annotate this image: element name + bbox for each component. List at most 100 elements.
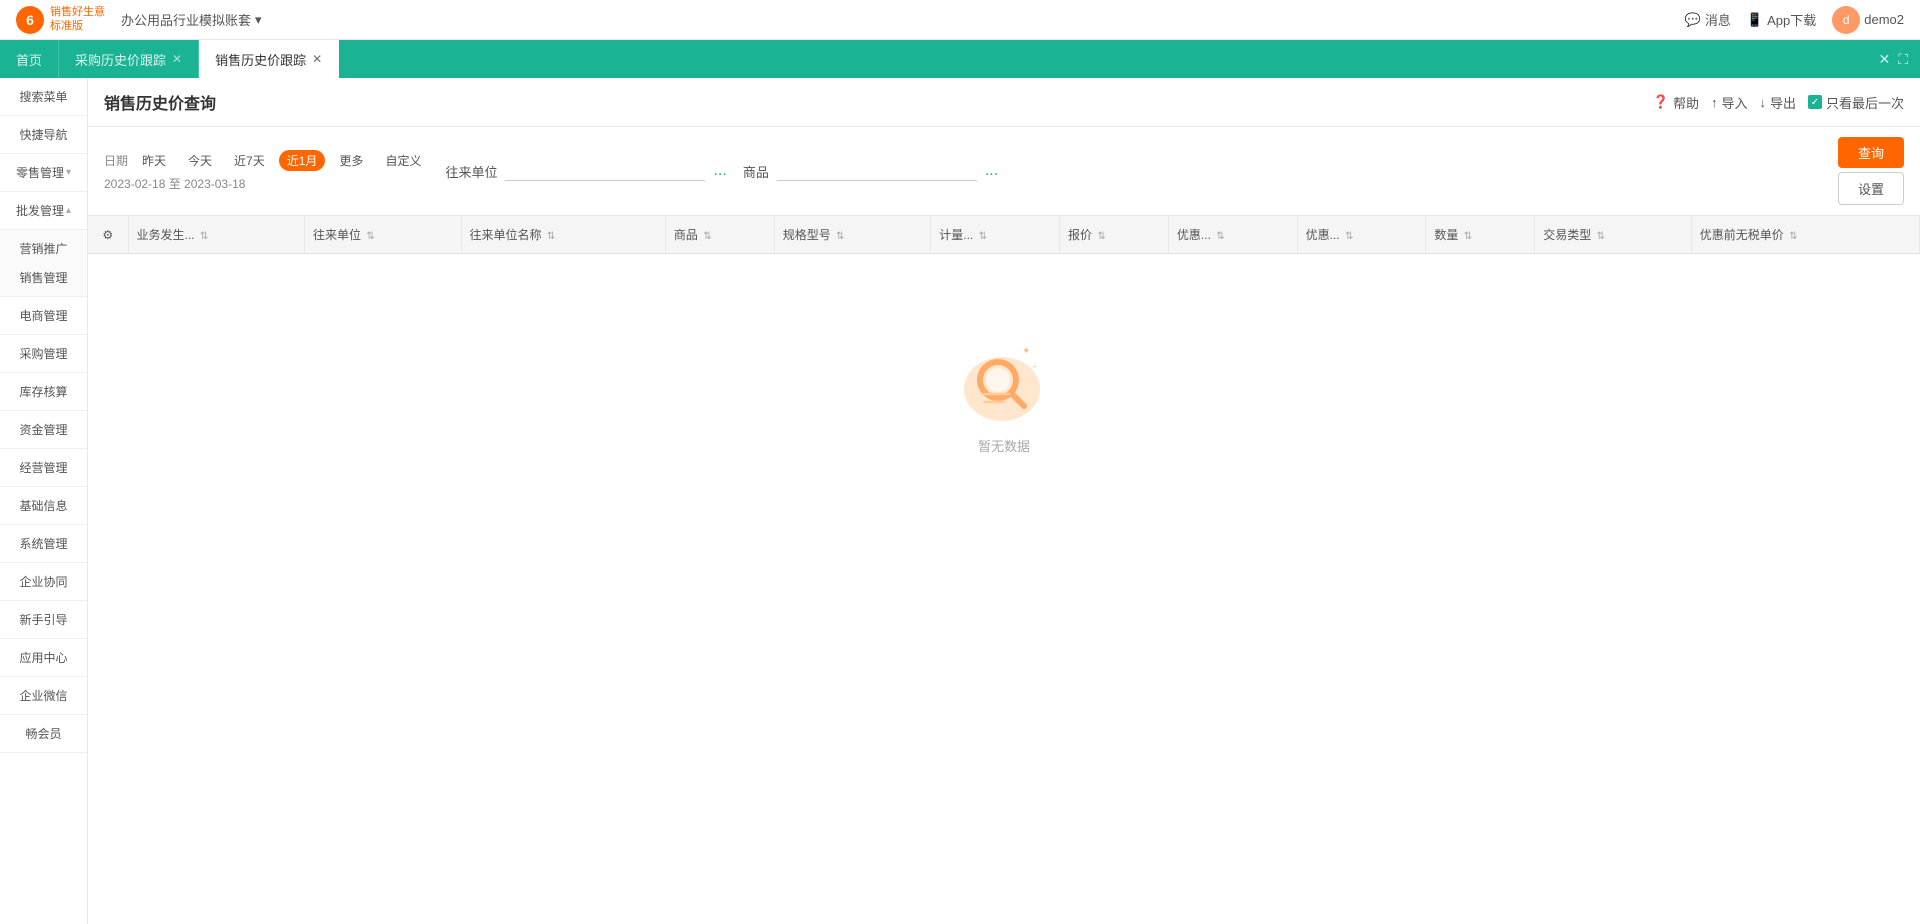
export-label: 导出: [1770, 93, 1796, 112]
import-icon: ↑: [1711, 95, 1718, 110]
header-left: 6 销售好生意 标准版 办公用品行业模拟账套 ▾: [16, 6, 270, 34]
sidebar-item-ecomm-mgmt[interactable]: 电商管理: [0, 297, 87, 335]
counterparty-input[interactable]: [505, 161, 705, 181]
workspace-selector[interactable]: 办公用品行业模拟账套 ▾: [113, 6, 270, 33]
col-quantity[interactable]: 数量 ⇅: [1426, 216, 1535, 254]
tab-sales-history-close[interactable]: ✕: [312, 52, 322, 66]
sort-icon: ⇅: [1216, 231, 1224, 242]
col-product-label: 商品: [674, 228, 698, 242]
col-discount2[interactable]: 优惠... ⇅: [1297, 216, 1426, 254]
date-btn-today[interactable]: 今天: [180, 150, 220, 171]
page-header: 销售历史价查询 ❓ 帮助 ↑ 导入 ↓ 导出 ✓: [88, 78, 1920, 127]
col-counterparty-name-label: 往来单位名称: [470, 228, 542, 242]
sidebar-new-guide-label: 新手引导: [19, 611, 67, 628]
tab-purchase-history-label: 采购历史价跟踪: [75, 50, 166, 69]
only-last-checkbox-label[interactable]: ✓ 只看最后一次: [1808, 93, 1904, 112]
tab-sales-history[interactable]: 销售历史价跟踪 ✕: [199, 40, 339, 78]
sidebar-app-center-label: 应用中心: [19, 649, 67, 666]
col-settings[interactable]: ⚙: [88, 216, 128, 254]
sort-icon: ⇅: [1097, 231, 1105, 242]
message-icon: 💬: [1685, 12, 1701, 28]
col-pre-tax-price-label: 优惠前无税单价: [1700, 228, 1784, 242]
sidebar-item-sales-mgmt[interactable]: 销售管理: [0, 263, 87, 292]
col-discount1[interactable]: 优惠... ⇅: [1168, 216, 1297, 254]
sidebar-item-retail-mgmt[interactable]: 零售管理 ▾: [0, 154, 87, 192]
col-biz-date-label: 业务发生...: [137, 228, 195, 242]
col-product[interactable]: 商品 ⇅: [665, 216, 774, 254]
message-btn[interactable]: 💬 消息: [1685, 10, 1731, 29]
sidebar-item-new-guide[interactable]: 新手引导: [0, 601, 87, 639]
page-actions: ❓ 帮助 ↑ 导入 ↓ 导出 ✓ 只看最后一次: [1653, 93, 1904, 112]
col-pre-tax-price[interactable]: 优惠前无税单价 ⇅: [1691, 216, 1919, 254]
sidebar-item-app-center[interactable]: 应用中心: [0, 639, 87, 677]
content: 销售历史价查询 ❓ 帮助 ↑ 导入 ↓ 导出 ✓: [88, 78, 1920, 924]
sidebar-item-wholesale-mgmt[interactable]: 批发管理 ▴: [0, 192, 87, 230]
tab-bar: 首页 采购历史价跟踪 ✕ 销售历史价跟踪 ✕ ✕ ⛶: [0, 40, 1920, 78]
query-button[interactable]: 查询: [1838, 137, 1904, 168]
col-discount1-label: 优惠...: [1177, 228, 1211, 242]
settings-icon: ⚙: [102, 228, 113, 242]
logo-icon: 6: [16, 6, 44, 34]
logo-text: 销售好生意 标准版: [50, 6, 105, 32]
sidebar-item-sys-mgmt[interactable]: 系统管理: [0, 525, 87, 563]
export-btn[interactable]: ↓ 导出: [1759, 93, 1796, 112]
settings-button[interactable]: 设置: [1838, 172, 1904, 205]
sidebar-item-quick-nav[interactable]: 快捷导航: [0, 116, 87, 154]
date-btn-yesterday[interactable]: 昨天: [134, 150, 174, 171]
sidebar: 搜索菜单 快捷导航 零售管理 ▾ 批发管理 ▴ 营销推广 销售管理 电商管理 采…: [0, 78, 88, 924]
col-unit-label: 计量...: [939, 228, 973, 242]
svg-text:✦: ✦: [1022, 346, 1030, 357]
sidebar-ops-mgmt-label: 经营管理: [19, 459, 67, 476]
col-quote-price-label: 报价: [1068, 228, 1092, 242]
col-quote-price[interactable]: 报价 ⇅: [1060, 216, 1169, 254]
tab-spacer: [339, 40, 1866, 78]
col-unit[interactable]: 计量... ⇅: [931, 216, 1060, 254]
tab-close-all-btn[interactable]: ✕: [1878, 51, 1890, 68]
date-btn-last1month[interactable]: 近1月: [279, 150, 326, 171]
sidebar-finance-mgmt-label: 资金管理: [19, 421, 67, 438]
sidebar-item-search-menu[interactable]: 搜索菜单: [0, 78, 87, 116]
sidebar-ecomm-mgmt-label: 电商管理: [19, 307, 67, 324]
tab-purchase-history[interactable]: 采购历史价跟踪 ✕: [59, 40, 199, 78]
import-btn[interactable]: ↑ 导入: [1711, 93, 1748, 112]
date-btn-last7days[interactable]: 近7天: [226, 150, 273, 171]
col-biz-date[interactable]: 业务发生... ⇅: [128, 216, 304, 254]
sidebar-item-ops-mgmt[interactable]: 经营管理: [0, 449, 87, 487]
page-title-row: 销售历史价查询 ❓ 帮助 ↑ 导入 ↓ 导出 ✓: [104, 90, 1904, 114]
sidebar-item-purchase-mgmt[interactable]: 采购管理: [0, 335, 87, 373]
col-trade-type[interactable]: 交易类型 ⇅: [1535, 216, 1692, 254]
col-spec[interactable]: 规格型号 ⇅: [774, 216, 931, 254]
sidebar-item-finance-mgmt[interactable]: 资金管理: [0, 411, 87, 449]
product-input[interactable]: [777, 161, 977, 181]
sidebar-item-marketing[interactable]: 营销推广: [0, 234, 87, 263]
product-picker-btn[interactable]: ...: [985, 162, 998, 180]
sort-icon: ⇅: [1789, 231, 1797, 242]
help-btn[interactable]: ❓ 帮助: [1653, 93, 1699, 112]
date-btn-custom[interactable]: 自定义: [377, 150, 429, 171]
sort-icon: ⇅: [200, 231, 208, 242]
mobile-icon: 📱: [1747, 12, 1763, 28]
user-name: demo2: [1864, 12, 1904, 27]
workspace-label: 办公用品行业模拟账套: [121, 10, 251, 29]
sidebar-basic-info-label: 基础信息: [19, 497, 67, 514]
counterparty-picker-btn[interactable]: ...: [713, 162, 726, 180]
col-counterparty-code[interactable]: 往来单位 ⇅: [304, 216, 461, 254]
sidebar-item-basic-info[interactable]: 基础信息: [0, 487, 87, 525]
sidebar-item-inventory[interactable]: 库存核算: [0, 373, 87, 411]
tab-purchase-history-close[interactable]: ✕: [172, 52, 182, 66]
app-download-btn[interactable]: 📱 App下载: [1747, 10, 1816, 29]
tab-home[interactable]: 首页: [0, 40, 59, 78]
app-download-label: App下载: [1767, 10, 1816, 29]
sidebar-corp-collab-label: 企业协同: [19, 573, 67, 590]
user-area[interactable]: d demo2: [1832, 6, 1904, 34]
tab-fullscreen-btn[interactable]: ⛶: [1898, 51, 1908, 68]
logo-area: 6 销售好生意 标准版: [16, 6, 105, 34]
avatar-initial: d: [1843, 13, 1850, 27]
sidebar-item-corp-collab[interactable]: 企业协同: [0, 563, 87, 601]
sidebar-item-member[interactable]: 畅会员: [0, 715, 87, 753]
col-counterparty-name[interactable]: 往来单位名称 ⇅: [461, 216, 665, 254]
sidebar-item-corp-wechat[interactable]: 企业微信: [0, 677, 87, 715]
filter-bar: 日期 昨天 今天 近7天 近1月 更多 自定义 2023-02-18 至 202…: [88, 127, 1920, 216]
page-title: 销售历史价查询: [104, 90, 216, 114]
date-btn-more[interactable]: 更多: [331, 150, 371, 171]
